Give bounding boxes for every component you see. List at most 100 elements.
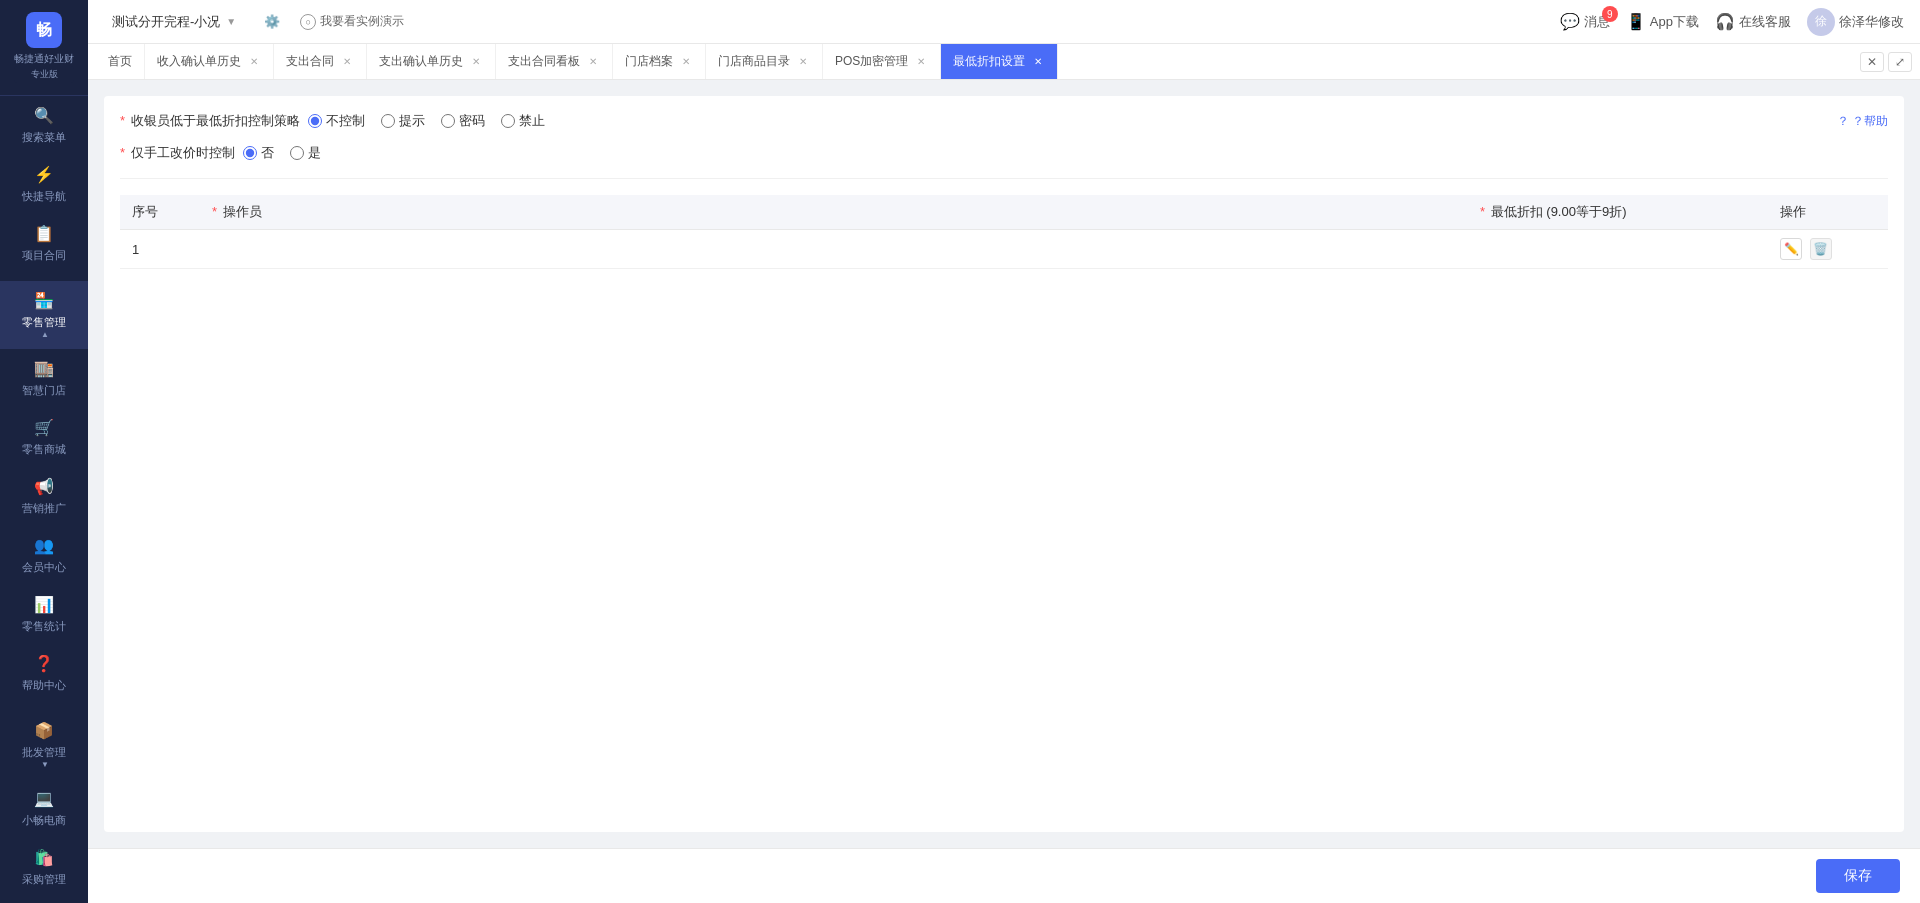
sidebar-item-inventory[interactable]: 📦 库存核算 xyxy=(0,897,88,903)
tab-payment-contract[interactable]: 支出合同 ✕ xyxy=(274,44,367,80)
cell-seq: 1 xyxy=(120,230,200,269)
cell-operator xyxy=(200,230,1468,269)
row-delete-btn[interactable]: 🗑️ xyxy=(1810,238,1832,260)
sidebar-label-smart-store: 智慧门店 xyxy=(22,383,66,398)
radio-no-control[interactable]: 不控制 xyxy=(308,112,365,130)
sidebar-item-ecommerce[interactable]: 💻 小畅电商 xyxy=(0,779,88,838)
help-link[interactable]: ？ ？帮助 xyxy=(1837,113,1888,130)
sidebar-item-marketing[interactable]: 📢 营销推广 xyxy=(0,467,88,526)
tab-income-confirm-close[interactable]: ✕ xyxy=(247,55,261,68)
sidebar-label-retail-stat: 零售统计 xyxy=(22,619,66,634)
sidebar-item-project[interactable]: 📋 项目合同 xyxy=(0,214,88,273)
user-name: 徐泽华修改 xyxy=(1839,13,1904,31)
sidebar-item-purchase[interactable]: 🛍️ 采购管理 xyxy=(0,838,88,897)
tab-store-archive-close[interactable]: ✕ xyxy=(679,55,693,68)
tab-payment-board-close[interactable]: ✕ xyxy=(586,55,600,68)
form-section: * 收银员低于最低折扣控制策略 不控制 提示 xyxy=(120,112,1888,179)
field2-radio-group: 否 是 xyxy=(243,144,321,162)
sidebar-label-retail: 零售管理 xyxy=(22,315,66,330)
col-header-discount: * 最低折扣 (9.00等于9折) xyxy=(1468,195,1768,230)
customer-service-btn[interactable]: 🎧 在线客服 xyxy=(1715,12,1791,31)
radio-hint-input[interactable] xyxy=(381,114,395,128)
tab-payment-contract-label: 支出合同 xyxy=(286,53,334,70)
radio-hint-label: 提示 xyxy=(399,112,425,130)
radio-forbid-input[interactable] xyxy=(501,114,515,128)
tab-close-btn[interactable]: ✕ xyxy=(1860,52,1884,72)
tab-payment-contract-close[interactable]: ✕ xyxy=(340,55,354,68)
tab-min-discount-close[interactable]: ✕ xyxy=(1031,55,1045,68)
sidebar-item-retail[interactable]: 🏪 零售管理 xyxy=(0,281,88,349)
table-container: 序号 * 操作员 * 最低折扣 (9.00等于9折) 操作 xyxy=(120,195,1888,269)
radio-password-input[interactable] xyxy=(441,114,455,128)
sidebar-item-wholesale[interactable]: 📦 批发管理 xyxy=(0,711,88,779)
app-download-btn[interactable]: 📱 App下载 xyxy=(1626,12,1699,31)
marketing-icon: 📢 xyxy=(34,477,54,496)
content-panel: * 收银员低于最低折扣控制策略 不控制 提示 xyxy=(104,96,1904,832)
tab-store-goods-close[interactable]: ✕ xyxy=(796,55,810,68)
row-edit-btn[interactable]: ✏️ xyxy=(1780,238,1802,260)
cell-actions: ✏️ 🗑️ xyxy=(1768,230,1888,269)
demo-link-text: 我要看实例演示 xyxy=(320,13,404,30)
member-icon: 👥 xyxy=(34,536,54,555)
tab-payment-board[interactable]: 支出合同看板 ✕ xyxy=(496,44,613,80)
sidebar-label-marketing: 营销推广 xyxy=(22,501,66,516)
retail-mall-icon: 🛒 xyxy=(34,418,54,437)
radio-forbid[interactable]: 禁止 xyxy=(501,112,545,130)
demo-link[interactable]: ○ 我要看实例演示 xyxy=(300,13,404,30)
service-icon: 🎧 xyxy=(1715,12,1735,31)
sidebar-item-retail-mall[interactable]: 🛒 零售商城 xyxy=(0,408,88,467)
retail-stat-icon: 📊 xyxy=(34,595,54,614)
field1-required-mark: * xyxy=(120,113,125,128)
tab-store-goods[interactable]: 门店商品目录 ✕ xyxy=(706,44,823,80)
radio-yes-label: 是 xyxy=(308,144,321,162)
app-download-label: App下载 xyxy=(1650,13,1699,31)
radio-no-input[interactable] xyxy=(243,146,257,160)
radio-password[interactable]: 密码 xyxy=(441,112,485,130)
project-name: 测试分开完程-小况 xyxy=(112,13,220,31)
gear-icon: ⚙️ xyxy=(264,14,280,29)
sidebar-item-help[interactable]: ❓ 帮助中心 xyxy=(0,644,88,703)
purchase-icon: 🛍️ xyxy=(34,848,54,867)
footer-bar: 保存 xyxy=(88,848,1920,903)
project-selector[interactable]: 测试分开完程-小况 ▼ xyxy=(104,9,244,35)
sidebar-label-wholesale: 批发管理 xyxy=(22,745,66,760)
shortcut-icon: ⚡ xyxy=(34,165,54,184)
help-link-text: ？帮助 xyxy=(1852,113,1888,130)
demo-circle-icon: ○ xyxy=(300,14,316,30)
save-button[interactable]: 保存 xyxy=(1816,859,1900,893)
topbar-right: 💬 消息 9 📱 App下载 🎧 在线客服 徐 徐泽华修改 xyxy=(1560,8,1904,36)
radio-hint[interactable]: 提示 xyxy=(381,112,425,130)
tab-payment-confirm[interactable]: 支出确认单历史 ✕ xyxy=(367,44,496,80)
tabs-actions: ✕ ⤢ xyxy=(1860,52,1912,72)
sidebar-label-retail-mall: 零售商城 xyxy=(22,442,66,457)
user-menu[interactable]: 徐 徐泽华修改 xyxy=(1807,8,1904,36)
tab-pos-password[interactable]: POS加密管理 ✕ xyxy=(823,44,941,80)
tab-pos-password-close[interactable]: ✕ xyxy=(914,55,928,68)
tab-store-archive[interactable]: 门店档案 ✕ xyxy=(613,44,706,80)
sidebar-item-smart-store[interactable]: 🏬 智慧门店 xyxy=(0,349,88,408)
radio-no-control-input[interactable] xyxy=(308,114,322,128)
topbar-left: 测试分开完程-小况 ▼ ⚙️ ○ 我要看实例演示 xyxy=(104,9,404,35)
help-icon: ❓ xyxy=(34,654,54,673)
sidebar-item-member[interactable]: 👥 会员中心 xyxy=(0,526,88,585)
tab-payment-board-label: 支出合同看板 xyxy=(508,53,580,70)
notification-badge: 9 xyxy=(1602,6,1618,22)
tab-income-confirm[interactable]: 收入确认单历史 ✕ xyxy=(145,44,274,80)
radio-no[interactable]: 否 xyxy=(243,144,274,162)
tab-expand-btn[interactable]: ⤢ xyxy=(1888,52,1912,72)
radio-yes-input[interactable] xyxy=(290,146,304,160)
app-logo: 畅 畅捷通好业财 专业版 xyxy=(0,0,88,96)
tab-home[interactable]: 首页 xyxy=(96,44,145,80)
sidebar-item-shortcut[interactable]: ⚡ 快捷导航 xyxy=(0,155,88,214)
download-icon: 📱 xyxy=(1626,12,1646,31)
logo-icon: 畅 xyxy=(26,12,62,48)
sidebar-item-search[interactable]: 🔍 搜索菜单 xyxy=(0,96,88,155)
content-area: * 收银员低于最低折扣控制策略 不控制 提示 xyxy=(88,80,1920,848)
col-header-seq: 序号 xyxy=(120,195,200,230)
radio-yes[interactable]: 是 xyxy=(290,144,321,162)
sidebar-item-retail-stat[interactable]: 📊 零售统计 xyxy=(0,585,88,644)
tab-payment-confirm-close[interactable]: ✕ xyxy=(469,55,483,68)
tab-min-discount[interactable]: 最低折扣设置 ✕ xyxy=(941,44,1058,80)
notification-btn[interactable]: 💬 消息 9 xyxy=(1560,12,1610,31)
settings-btn[interactable]: ⚙️ xyxy=(256,10,288,33)
